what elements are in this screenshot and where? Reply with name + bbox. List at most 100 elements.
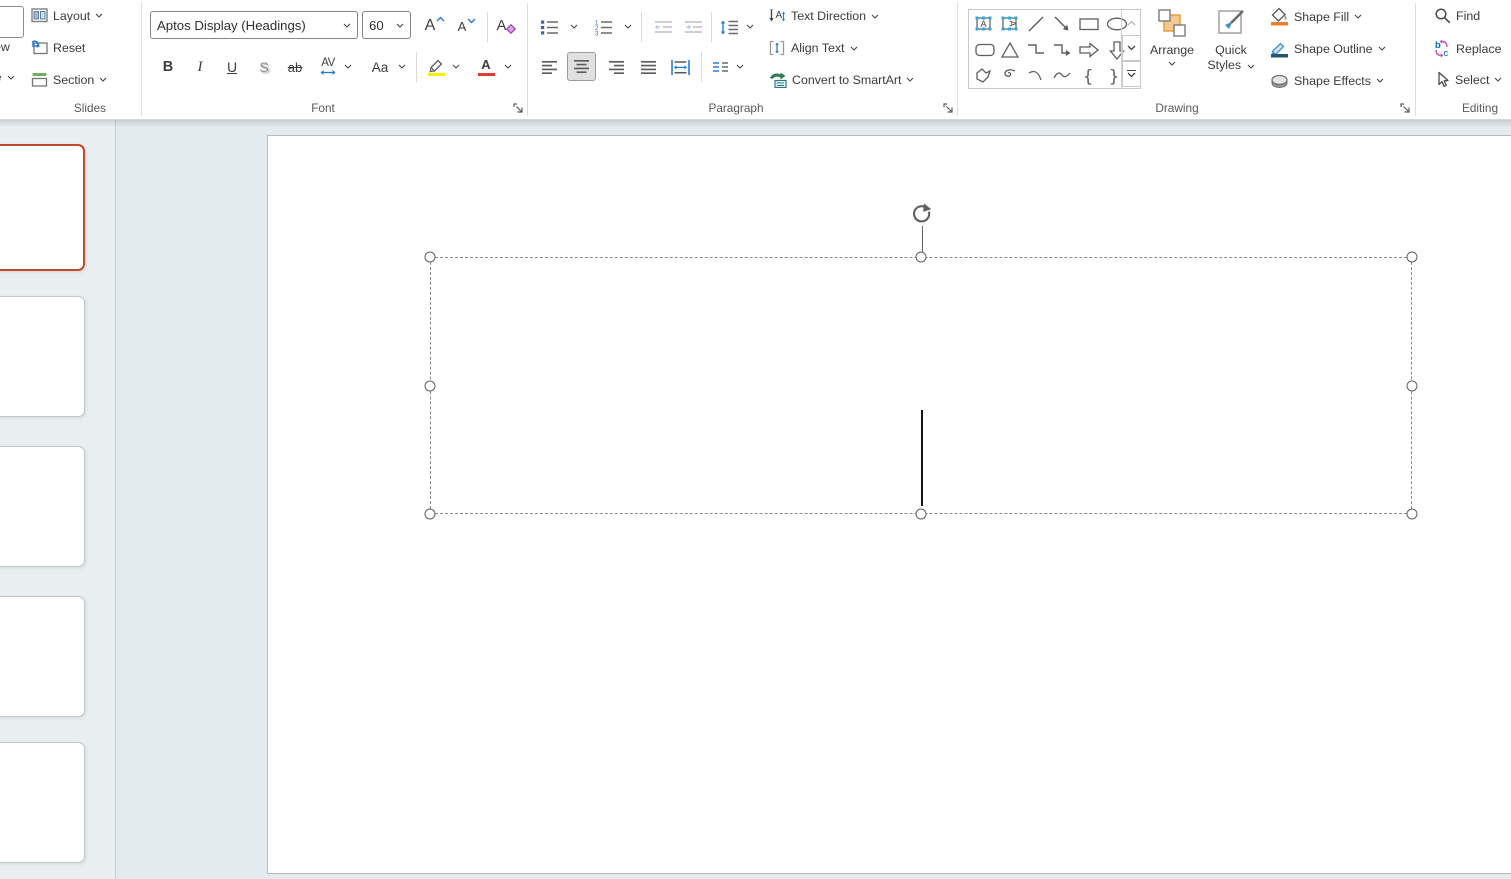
gallery-scroll-up-button[interactable] xyxy=(1122,10,1141,35)
shape-scribble-icon[interactable] xyxy=(999,65,1021,87)
handle-bottom-left[interactable] xyxy=(424,508,436,520)
increase-font-size-button[interactable]: A xyxy=(420,13,450,39)
decrease-indent-button[interactable] xyxy=(650,14,676,40)
new-slide-button-line1[interactable]: New xyxy=(0,40,10,54)
italic-button[interactable]: I xyxy=(188,54,212,80)
chevron-down-icon[interactable] xyxy=(398,64,406,69)
handle-top-right[interactable] xyxy=(1406,251,1418,263)
gallery-scroll-down-button[interactable] xyxy=(1122,35,1141,61)
chevron-down-icon[interactable] xyxy=(736,64,744,69)
rotate-handle-icon[interactable] xyxy=(910,202,934,226)
chevron-down-icon xyxy=(1127,72,1136,78)
slide-thumbnail-1-selected[interactable] xyxy=(0,144,85,271)
layout-button[interactable]: Layout xyxy=(31,8,103,23)
reset-icon xyxy=(32,40,48,55)
shape-elbow-arrow-connector-icon[interactable] xyxy=(1051,39,1073,61)
bullets-button[interactable] xyxy=(536,14,562,40)
slide-canvas[interactable] xyxy=(267,135,1511,874)
panel-splitter[interactable] xyxy=(115,120,116,879)
font-size-combo[interactable]: 60 xyxy=(362,11,411,39)
change-case-button[interactable]: Aa xyxy=(366,54,394,80)
handle-bottom-middle[interactable] xyxy=(915,508,927,520)
small-divider xyxy=(701,52,702,82)
numbering-button[interactable]: 1 2 3 xyxy=(590,14,616,40)
chevron-down-icon[interactable] xyxy=(570,24,578,29)
text-shadow-button[interactable]: S xyxy=(252,54,276,80)
shape-right-arrow-icon[interactable] xyxy=(1077,39,1101,61)
shape-elbow-connector-icon[interactable] xyxy=(1025,39,1047,61)
chevron-down-icon[interactable] xyxy=(504,64,512,69)
slide-thumbnail-3[interactable] xyxy=(0,446,85,567)
character-spacing-button[interactable]: AV xyxy=(314,52,342,80)
slide-thumbnail-2[interactable] xyxy=(0,296,85,417)
bold-button[interactable]: B xyxy=(156,54,180,80)
align-left-button[interactable] xyxy=(536,54,562,80)
underline-button[interactable]: U xyxy=(220,54,244,80)
line-spacing-button[interactable] xyxy=(716,14,742,40)
chevron-down-icon[interactable] xyxy=(746,24,754,29)
arrange-button[interactable]: Arrange xyxy=(1146,6,1198,96)
shape-line-icon[interactable] xyxy=(1025,13,1047,35)
align-left-icon xyxy=(541,60,557,74)
text-highlight-button[interactable] xyxy=(424,54,448,80)
shape-vertical-text-box-icon[interactable]: A xyxy=(999,13,1021,35)
shape-arc-icon[interactable] xyxy=(1025,65,1047,87)
chevron-down-icon xyxy=(1247,64,1254,69)
slide-thumbnail-4[interactable] xyxy=(0,596,85,717)
shape-triangle-icon[interactable] xyxy=(999,39,1021,61)
chevron-down-icon[interactable] xyxy=(344,64,352,69)
chevron-down-icon[interactable] xyxy=(452,64,460,69)
handle-top-middle[interactable] xyxy=(915,251,927,263)
paragraph-dialog-launcher-icon[interactable] xyxy=(941,101,956,116)
reset-button[interactable]: Reset xyxy=(31,40,85,55)
shape-curve-icon[interactable] xyxy=(1051,65,1073,87)
font-color-button[interactable]: A xyxy=(474,54,498,80)
justify-button[interactable] xyxy=(635,54,661,80)
gallery-more-button[interactable] xyxy=(1122,61,1141,87)
decrease-font-size-button[interactable]: A xyxy=(452,13,482,39)
handle-middle-left[interactable] xyxy=(424,380,436,392)
quick-styles-button[interactable]: Quick Styles xyxy=(1204,6,1258,96)
new-slide-button-line2[interactable]: Slide xyxy=(0,70,15,84)
distributed-alignment-button[interactable] xyxy=(666,54,694,80)
section-label: Section xyxy=(53,72,95,87)
find-label: Find xyxy=(1456,8,1481,23)
handle-middle-right[interactable] xyxy=(1406,380,1418,392)
shape-freeform-icon[interactable] xyxy=(973,65,995,87)
shape-rounded-rectangle-icon[interactable] xyxy=(973,39,997,61)
chevron-down-icon xyxy=(99,77,107,82)
align-right-button[interactable] xyxy=(603,54,629,80)
align-text-button[interactable]: Align Text xyxy=(768,39,858,57)
handle-bottom-right[interactable] xyxy=(1406,508,1418,520)
align-center-button[interactable] xyxy=(567,52,596,81)
group-separator xyxy=(527,3,528,116)
convert-to-smartart-button[interactable]: Convert to SmartArt xyxy=(768,71,914,88)
slide-thumbnail-5[interactable] xyxy=(0,742,85,863)
chevron-down-icon xyxy=(1168,61,1176,66)
shape-fill-button[interactable]: Shape Fill xyxy=(1270,7,1362,26)
replace-button[interactable]: b c Replace xyxy=(1432,39,1501,58)
font-dialog-launcher-icon[interactable] xyxy=(511,101,526,116)
shape-outline-button[interactable]: Shape Outline xyxy=(1270,39,1386,58)
handle-top-left[interactable] xyxy=(424,251,436,263)
clear-formatting-button[interactable]: A xyxy=(492,13,522,39)
select-button[interactable]: Select xyxy=(1434,71,1502,88)
columns-button[interactable] xyxy=(708,54,732,80)
arrange-label: Arrange xyxy=(1149,43,1195,57)
shape-text-box-icon[interactable]: A xyxy=(973,13,995,35)
small-divider xyxy=(487,12,488,42)
shape-left-brace-icon[interactable]: { xyxy=(1079,65,1097,87)
text-direction-button[interactable]: A Text Direction xyxy=(768,7,879,25)
font-name-combo[interactable]: Aptos Display (Headings) xyxy=(150,11,358,39)
shape-effects-button[interactable]: Shape Effects xyxy=(1270,71,1384,90)
shape-rectangle-icon[interactable] xyxy=(1077,13,1101,35)
chevron-down-icon[interactable] xyxy=(624,24,632,29)
strikethrough-button[interactable]: ab xyxy=(282,54,308,80)
shape-line-arrow-icon[interactable] xyxy=(1051,13,1073,35)
columns-icon xyxy=(712,62,728,72)
find-button[interactable]: Find xyxy=(1434,7,1480,24)
increase-indent-button[interactable] xyxy=(680,14,706,40)
section-button[interactable]: Section xyxy=(31,72,107,87)
drawing-dialog-launcher-icon[interactable] xyxy=(1398,101,1413,116)
small-divider xyxy=(641,12,642,42)
